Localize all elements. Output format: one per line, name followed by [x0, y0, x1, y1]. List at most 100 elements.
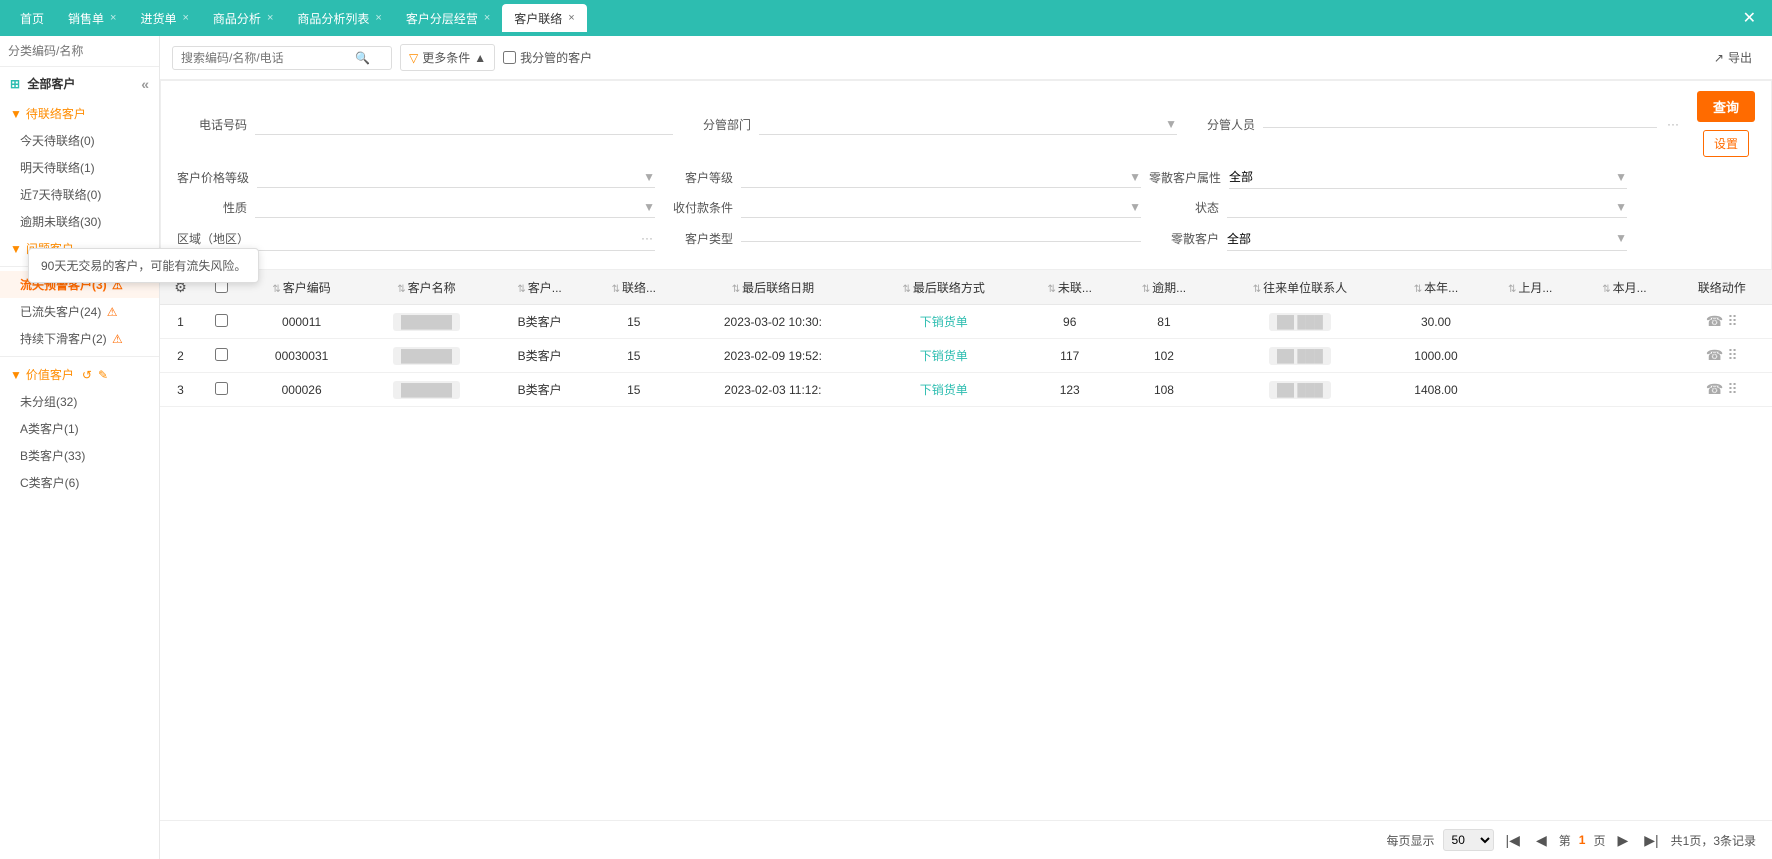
sidebar-item-class-a[interactable]: A类客户(1) [0, 415, 159, 442]
sidebar-group-value[interactable]: ▼ 价值客户 ↺ ✎ [0, 361, 159, 388]
row-checkbox-2[interactable] [215, 382, 228, 395]
my-customers-checkbox-wrap[interactable]: 我分管的客户 [503, 49, 592, 66]
tab-analysis-list[interactable]: 商品分析列表 × [285, 4, 393, 32]
tab-customer-tier[interactable]: 客户分层经营 × [394, 4, 502, 32]
sidebar-item-overdue[interactable]: 逾期未联络(30) [0, 208, 159, 235]
region-ellipsis[interactable]: ··· [639, 229, 655, 247]
action-more-icon-1[interactable]: ⠿ [1727, 347, 1737, 364]
next-page-button[interactable]: ▶ [1613, 830, 1632, 851]
query-button[interactable]: 查询 [1697, 91, 1755, 122]
sidebar-item-week[interactable]: 近7天待联络(0) [0, 181, 159, 208]
customer-grade-select[interactable]: ▼ [741, 167, 1141, 188]
action-contact-icon-0[interactable]: ☎ [1706, 313, 1723, 330]
col-contact[interactable]: ⇅联络... [587, 271, 681, 305]
last-page-button[interactable]: ▶| [1640, 830, 1662, 851]
sidebar-item-declining[interactable]: 持续下滑客户(2) ⚠ [0, 325, 159, 352]
sidebar-item-today[interactable]: 今天待联络(0) [0, 127, 159, 154]
col-contacts[interactable]: ⇅往来单位联系人 [1211, 271, 1389, 305]
tab-sales-close[interactable]: × [110, 12, 116, 24]
cell-check-0[interactable] [201, 305, 243, 339]
cell-way-0[interactable]: 下销货单 [865, 305, 1023, 339]
edit-icon[interactable]: ✎ [98, 368, 108, 382]
tab-purchase-close[interactable]: × [182, 12, 188, 24]
contact-way-link-1[interactable]: 下销货单 [920, 349, 968, 363]
sidebar-item-class-b[interactable]: B类客户(33) [0, 442, 159, 469]
col-name[interactable]: ⇅客户名称 [360, 271, 492, 305]
action-contact-icon-2[interactable]: ☎ [1706, 381, 1723, 398]
sidebar-item-ungrouped[interactable]: 未分组(32) [0, 388, 159, 415]
tab-homepage[interactable]: 首页 [8, 4, 56, 32]
row-checkbox-0[interactable] [215, 314, 228, 327]
cell-contact-1: 15 [587, 339, 681, 373]
tab-sales[interactable]: 销售单 × [56, 4, 128, 32]
cell-name-1: ██████ [360, 339, 492, 373]
col-overdue[interactable]: ⇅逾期... [1117, 271, 1211, 305]
filter-row-2: 客户价格等级 ▼ 客户等级 ▼ 零散客户属性 全部 [177, 165, 1755, 189]
status-select[interactable]: ▼ [1227, 197, 1627, 218]
nature-select[interactable]: ▼ [255, 197, 655, 218]
price-grade-label: 客户价格等级 [177, 169, 249, 186]
window-close-button[interactable]: ✕ [1735, 8, 1764, 28]
zero-attr-select[interactable]: 全部 ▼ [1229, 165, 1627, 189]
sidebar-collapse-icon[interactable]: « [141, 76, 149, 92]
sidebar-search-input[interactable] [8, 44, 160, 58]
action-more-icon-2[interactable]: ⠿ [1727, 381, 1737, 398]
phone-input[interactable] [255, 114, 673, 135]
sidebar-all-customers[interactable]: ⊞ 全部客户 « [0, 67, 159, 100]
col-type[interactable]: ⇅客户... [492, 271, 586, 305]
prev-page-button[interactable]: ◀ [1532, 830, 1551, 851]
cell-way-1[interactable]: 下销货单 [865, 339, 1023, 373]
tab-analysis[interactable]: 商品分析 × [201, 4, 285, 32]
sidebar-item-churned[interactable]: 已流失客户(24) ⚠ [0, 298, 159, 325]
col-this-month[interactable]: ⇅本月... [1577, 271, 1671, 305]
col-last-date[interactable]: ⇅最后联络日期 [681, 271, 865, 305]
tab-customer-contact[interactable]: 客户联络 × [502, 4, 586, 32]
more-filter-button[interactable]: ▽ 更多条件 ▲ [400, 44, 495, 71]
col-this-year[interactable]: ⇅本年... [1389, 271, 1483, 305]
all-customers-label: 全部客户 [27, 77, 75, 91]
tab-customer-contact-close[interactable]: × [568, 12, 574, 24]
sidebar-item-tomorrow[interactable]: 明天待联络(1) [0, 154, 159, 181]
col-code[interactable]: ⇅客户编码 [243, 271, 361, 305]
cell-check-2[interactable] [201, 373, 243, 407]
my-customers-checkbox[interactable] [503, 51, 516, 64]
person-select[interactable] [1263, 121, 1657, 128]
tab-analysis-close[interactable]: × [267, 12, 273, 24]
sort-dots-way: ⇅ [903, 284, 911, 295]
tab-customer-tier-close[interactable]: × [484, 12, 490, 24]
action-contact-icon-1[interactable]: ☎ [1706, 347, 1723, 364]
tab-purchase[interactable]: 进货单 × [128, 4, 200, 32]
cell-check-1[interactable] [201, 339, 243, 373]
row-checkbox-1[interactable] [215, 348, 228, 361]
payment-select[interactable]: ▼ [741, 197, 1141, 218]
region-select[interactable]: ··· [257, 226, 655, 251]
page-size-select[interactable]: 50 100 200 [1443, 829, 1494, 851]
price-grade-select[interactable]: ▼ [257, 167, 655, 188]
cell-lmonth-1 [1483, 339, 1577, 373]
sidebar-item-class-c[interactable]: C类客户(6) [0, 469, 159, 496]
zero-customer-select[interactable]: 全部 ▼ [1227, 227, 1627, 251]
filter-actions: 查询 设置 [1697, 91, 1755, 157]
person-ellipsis[interactable]: ··· [1665, 115, 1681, 133]
first-page-button[interactable]: |◀ [1502, 830, 1524, 851]
action-more-icon-0[interactable]: ⠿ [1727, 313, 1737, 330]
customer-type-select[interactable] [741, 235, 1141, 242]
cell-seq-1: 2 [160, 339, 201, 373]
col-last-way[interactable]: ⇅最后联络方式 [865, 271, 1023, 305]
export-button[interactable]: ↗ 导出 [1706, 45, 1760, 70]
contact-way-link-0[interactable]: 下销货单 [920, 315, 968, 329]
refresh-icon[interactable]: ↺ [82, 368, 92, 382]
tab-analysis-list-close[interactable]: × [375, 12, 381, 24]
settings-button[interactable]: 设置 [1703, 130, 1749, 157]
col-unlinked[interactable]: ⇅未联... [1023, 271, 1117, 305]
col-last-month[interactable]: ⇅上月... [1483, 271, 1577, 305]
filter-dept: 分管部门 ▼ [681, 114, 1177, 135]
sidebar-group-pending[interactable]: ▼ 待联络客户 [0, 100, 159, 127]
cell-way-2[interactable]: 下销货单 [865, 373, 1023, 407]
contact-way-link-2[interactable]: 下销货单 [920, 383, 968, 397]
search-input[interactable] [181, 51, 351, 65]
search-icon[interactable]: 🔍 [355, 51, 370, 65]
dept-select[interactable]: ▼ [759, 114, 1177, 135]
sort-dots-code: ⇅ [272, 284, 280, 295]
filter-row-1: 电话号码 分管部门 ▼ 分管人员 ··· [177, 91, 1755, 157]
